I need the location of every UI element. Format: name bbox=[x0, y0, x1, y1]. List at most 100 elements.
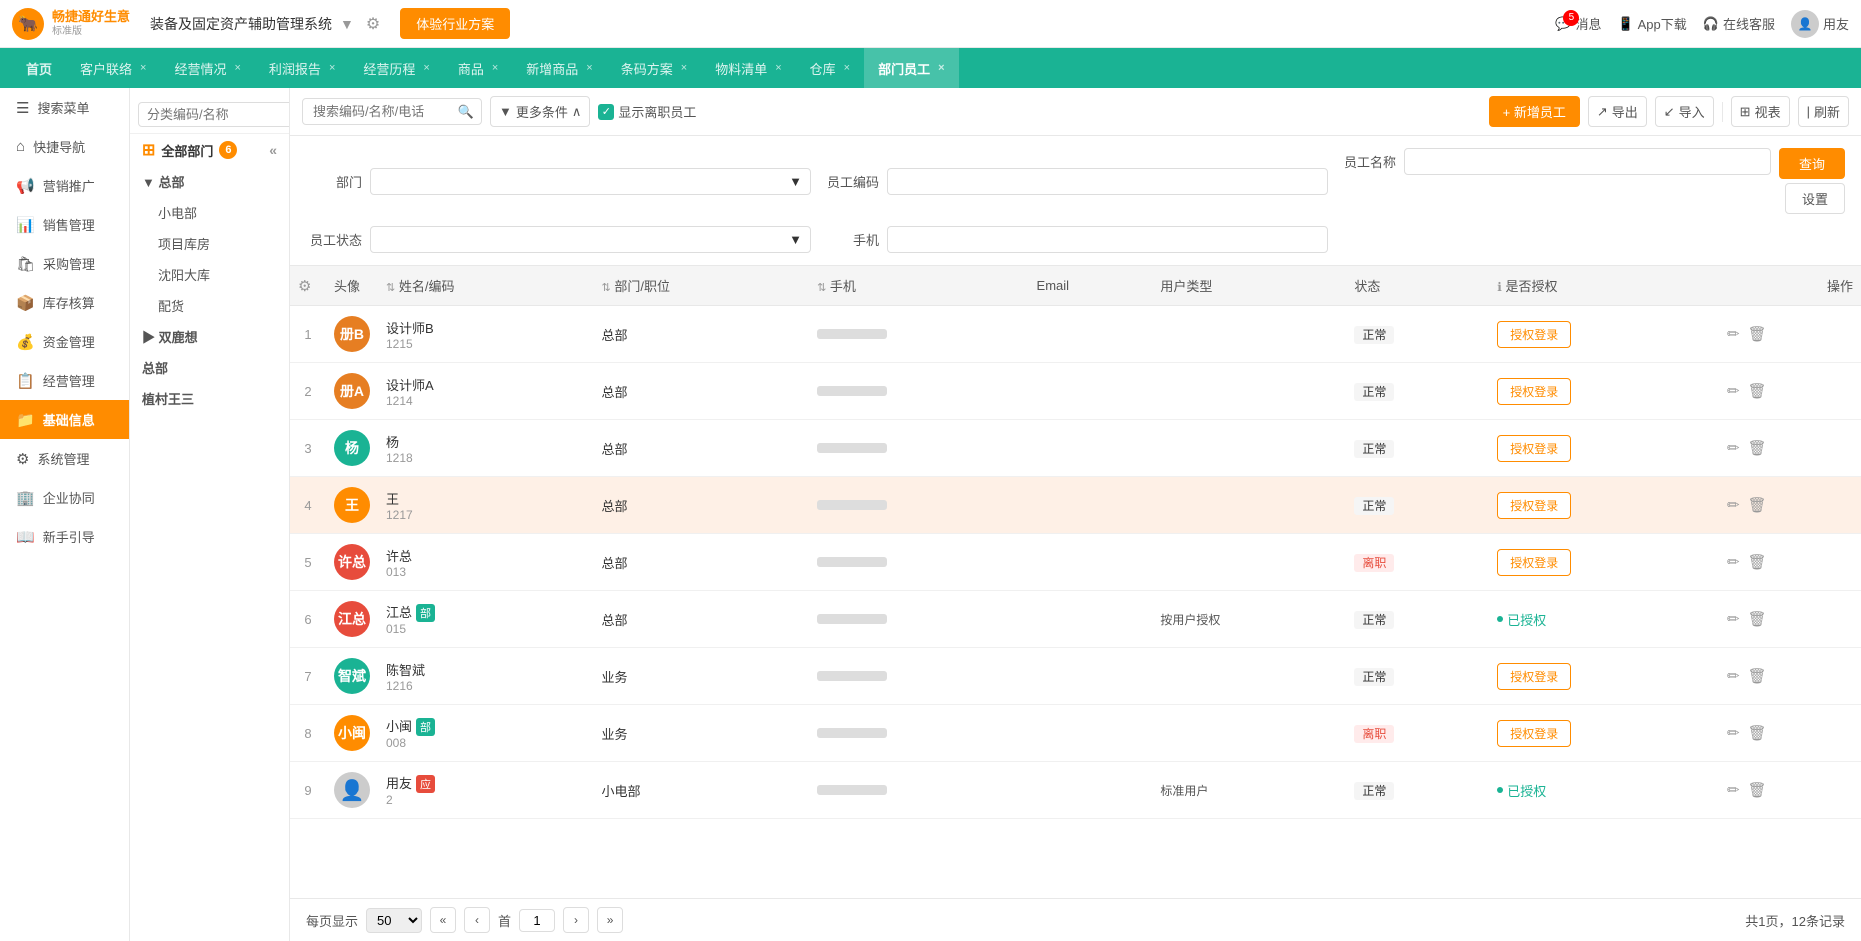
auth-login-button[interactable]: 授权登录 bbox=[1497, 549, 1571, 576]
sidebar-item-basic-info[interactable]: 📁 基础信息 bbox=[0, 400, 129, 439]
delete-icon[interactable]: 🗑 bbox=[1748, 496, 1767, 514]
tab-goods[interactable]: 商品 × bbox=[444, 48, 512, 88]
page-number-input[interactable] bbox=[519, 909, 555, 932]
message-btn[interactable]: 💬 5 消息 bbox=[1555, 14, 1601, 33]
import-btn[interactable]: ↙ 导入 bbox=[1655, 96, 1714, 127]
tab-bom[interactable]: 物料清单 × bbox=[701, 48, 795, 88]
tree-child-shenyang[interactable]: 沈阳大库 bbox=[130, 259, 289, 290]
dept-select[interactable]: ▼ bbox=[370, 168, 811, 195]
last-page-btn[interactable]: » bbox=[597, 907, 623, 933]
close-icon[interactable]: × bbox=[844, 62, 850, 74]
more-filter-btn[interactable]: ▼ 更多条件 ∧ bbox=[490, 96, 590, 127]
auth-login-button[interactable]: 授权登录 bbox=[1497, 720, 1571, 747]
delete-icon[interactable]: 🗑 bbox=[1748, 439, 1767, 457]
sort-icon[interactable]: ⇅ bbox=[602, 282, 611, 294]
first-page-btn[interactable]: « bbox=[430, 907, 456, 933]
emp-name-input[interactable] bbox=[1404, 148, 1771, 175]
add-employee-button[interactable]: + 新增员工 bbox=[1489, 96, 1580, 127]
all-dept-header[interactable]: ⊞ 全部部门 6 « bbox=[130, 134, 289, 166]
edit-icon[interactable]: ✏ bbox=[1727, 325, 1740, 343]
user-avatar-btn[interactable]: 👤 用友 bbox=[1791, 10, 1849, 38]
sidebar-item-search[interactable]: ☰ 搜索菜单 bbox=[0, 88, 129, 127]
close-icon[interactable]: × bbox=[329, 62, 335, 74]
tree-child-small-elec[interactable]: 小电部 bbox=[130, 197, 289, 228]
auth-login-button[interactable]: 授权登录 bbox=[1497, 321, 1571, 348]
prev-page-btn[interactable]: ‹ bbox=[464, 907, 490, 933]
tree-child-distribution[interactable]: 配货 bbox=[130, 290, 289, 321]
edit-icon[interactable]: ✏ bbox=[1727, 610, 1740, 628]
tree-collapse-icon[interactable]: « bbox=[269, 142, 277, 158]
auth-login-button[interactable]: 授权登录 bbox=[1497, 492, 1571, 519]
sidebar-item-guide[interactable]: 📖 新手引导 bbox=[0, 517, 129, 556]
sidebar-item-inventory[interactable]: 📦 库存核算 bbox=[0, 283, 129, 322]
phone-input[interactable] bbox=[887, 226, 1328, 253]
delete-icon[interactable]: 🗑 bbox=[1748, 325, 1767, 343]
emp-status-select[interactable]: ▼ bbox=[370, 226, 811, 253]
sidebar-item-operations[interactable]: 📋 经营管理 bbox=[0, 361, 129, 400]
search-input[interactable] bbox=[302, 98, 482, 125]
tab-journey[interactable]: 经营历程 × bbox=[349, 48, 443, 88]
close-icon[interactable]: × bbox=[234, 62, 240, 74]
edit-icon[interactable]: ✏ bbox=[1727, 553, 1740, 571]
delete-icon[interactable]: 🗑 bbox=[1748, 724, 1767, 742]
tree-node-general[interactable]: ▼ 总部 bbox=[130, 166, 289, 197]
close-icon[interactable]: × bbox=[586, 62, 592, 74]
online-service-btn[interactable]: 🎧 在线客服 bbox=[1703, 14, 1775, 33]
query-button[interactable]: 查询 bbox=[1779, 148, 1845, 179]
close-icon[interactable]: × bbox=[681, 62, 687, 74]
delete-icon[interactable]: 🗑 bbox=[1748, 610, 1767, 628]
edit-icon[interactable]: ✏ bbox=[1727, 439, 1740, 457]
close-icon[interactable]: × bbox=[775, 62, 781, 74]
edit-icon[interactable]: ✏ bbox=[1727, 724, 1740, 742]
tab-customer[interactable]: 客户联络 × bbox=[66, 48, 160, 88]
sidebar-item-marketing[interactable]: 📢 营销推广 bbox=[0, 166, 129, 205]
close-icon[interactable]: × bbox=[140, 62, 146, 74]
edit-icon[interactable]: ✏ bbox=[1727, 781, 1740, 799]
delete-icon[interactable]: 🗑 bbox=[1748, 781, 1767, 799]
tab-profit[interactable]: 利润报告 × bbox=[255, 48, 349, 88]
tab-warehouse[interactable]: 仓库 × bbox=[796, 48, 864, 88]
settings-gear-icon[interactable]: ⚙ bbox=[366, 14, 380, 34]
tab-add-goods[interactable]: 新增商品 × bbox=[512, 48, 606, 88]
tab-employees[interactable]: 部门员工 × bbox=[864, 48, 958, 88]
sort-icon[interactable]: ⇅ bbox=[386, 282, 395, 294]
reset-button[interactable]: 设置 bbox=[1785, 183, 1845, 214]
tree-node-shuanglu[interactable]: ▶ 双鹿想 bbox=[130, 321, 289, 352]
trial-button[interactable]: 体验行业方案 bbox=[400, 8, 510, 39]
tab-home[interactable]: 首页 bbox=[12, 48, 66, 88]
export-btn[interactable]: ↗ 导出 bbox=[1588, 96, 1647, 127]
close-icon[interactable]: × bbox=[492, 62, 498, 74]
tab-operations[interactable]: 经营情况 × bbox=[160, 48, 254, 88]
close-icon[interactable]: × bbox=[938, 62, 944, 74]
delete-icon[interactable]: 🗑 bbox=[1748, 553, 1767, 571]
sort-icon[interactable]: ⇅ bbox=[817, 282, 826, 294]
tree-child-project-room[interactable]: 项目库房 bbox=[130, 228, 289, 259]
page-size-select[interactable]: 50 100 200 bbox=[366, 908, 422, 933]
gear-icon[interactable]: ⚙ bbox=[298, 278, 311, 295]
edit-icon[interactable]: ✏ bbox=[1727, 382, 1740, 400]
tree-node-zongbu[interactable]: 总部 bbox=[130, 352, 289, 383]
delete-icon[interactable]: 🗑 bbox=[1748, 667, 1767, 685]
delete-icon[interactable]: 🗑 bbox=[1748, 382, 1767, 400]
tab-barcode[interactable]: 条码方案 × bbox=[607, 48, 701, 88]
sidebar-item-system[interactable]: ⚙ 系统管理 bbox=[0, 439, 129, 478]
auth-login-button[interactable]: 授权登录 bbox=[1497, 435, 1571, 462]
tree-node-zhicun[interactable]: 植村王三 bbox=[130, 383, 289, 414]
app-download-btn[interactable]: 📱 App下载 bbox=[1617, 14, 1686, 33]
more-btn[interactable]: | 刷新 bbox=[1798, 96, 1849, 127]
edit-icon[interactable]: ✏ bbox=[1727, 496, 1740, 514]
tree-search-input[interactable] bbox=[138, 102, 290, 127]
emp-code-input[interactable] bbox=[887, 168, 1328, 195]
system-title-dropdown[interactable]: ▼ bbox=[340, 16, 354, 32]
close-icon[interactable]: × bbox=[423, 62, 429, 74]
search-icon[interactable]: 🔍 bbox=[458, 104, 474, 120]
sidebar-item-purchase[interactable]: 🛍 采购管理 bbox=[0, 244, 129, 283]
sidebar-item-quicknav[interactable]: ⌂ 快捷导航 bbox=[0, 127, 129, 166]
auth-login-button[interactable]: 授权登录 bbox=[1497, 663, 1571, 690]
show-resigned-toggle[interactable]: ✓ 显示离职员工 bbox=[598, 102, 696, 121]
next-page-btn[interactable]: › bbox=[563, 907, 589, 933]
sidebar-item-sales[interactable]: 📊 销售管理 bbox=[0, 205, 129, 244]
auth-login-button[interactable]: 授权登录 bbox=[1497, 378, 1571, 405]
edit-icon[interactable]: ✏ bbox=[1727, 667, 1740, 685]
view-btn[interactable]: ⊞ 视表 bbox=[1731, 96, 1790, 127]
